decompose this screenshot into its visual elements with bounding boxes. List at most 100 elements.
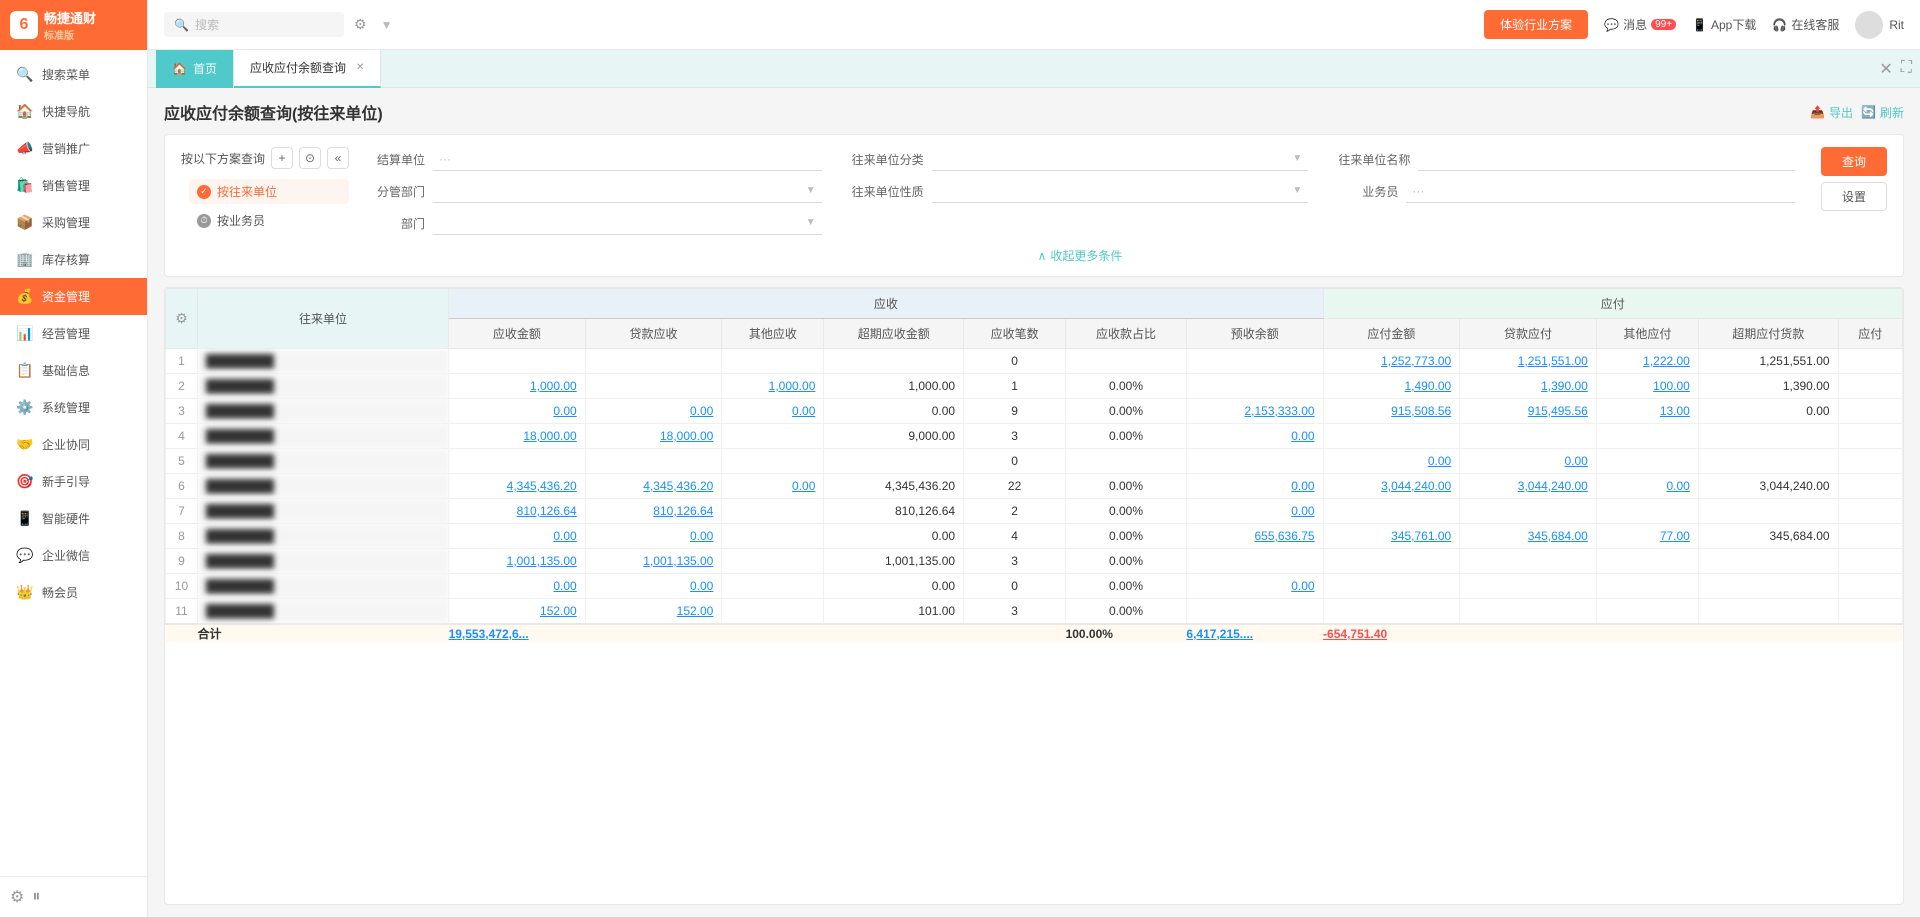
sidebar-item-10[interactable]: 🤝企业协同 xyxy=(0,426,147,463)
tab-expand-icon[interactable]: ⛶ xyxy=(1901,59,1912,79)
table-cell[interactable]: 152.00 xyxy=(585,599,722,625)
table-cell[interactable]: 1,001,135.00 xyxy=(585,549,722,574)
sidebar-item-1[interactable]: 🏠快捷导航 xyxy=(0,93,147,130)
table-cell[interactable]: 0.00 xyxy=(449,574,586,599)
message-btn[interactable]: 💬 消息 99+ xyxy=(1604,16,1676,33)
table-cell[interactable]: 0.00 xyxy=(449,399,586,424)
sidebar-item-13[interactable]: 💬企业微信 xyxy=(0,537,147,574)
field-unit-category-input[interactable]: ▼ xyxy=(932,147,1309,171)
table-cell[interactable]: 0.00 xyxy=(1186,474,1323,499)
table-cell[interactable]: 0.00 xyxy=(585,524,722,549)
table-cell[interactable]: 0.00 xyxy=(1460,449,1597,474)
app-download-btn[interactable]: 📱 App下载 xyxy=(1692,16,1756,33)
field-unit-name-input[interactable] xyxy=(1418,147,1795,171)
table-cell[interactable]: 0.00 xyxy=(722,474,824,499)
export-btn[interactable]: 📤 导出 xyxy=(1810,104,1853,121)
table-cell[interactable]: 18,000.00 xyxy=(449,424,586,449)
table-cell[interactable]: 0.00 xyxy=(1596,474,1698,499)
table-cell[interactable]: 345,684.00 xyxy=(1460,524,1597,549)
table-cell[interactable]: 1,222.00 xyxy=(1596,349,1698,374)
table-cell[interactable]: 1,252,773.00 xyxy=(1323,349,1460,374)
sidebar-item-4[interactable]: 📦采购管理 xyxy=(0,204,147,241)
add-scheme-btn[interactable]: + xyxy=(271,147,293,169)
table-cell xyxy=(722,549,824,574)
header-gear-icon[interactable]: ⚙ xyxy=(354,16,367,33)
table-cell[interactable]: 2,153,333.00 xyxy=(1186,399,1323,424)
footer-ar-prepaid[interactable]: 6,417,215.... xyxy=(1186,624,1323,642)
table-cell[interactable]: 77.00 xyxy=(1596,524,1698,549)
query-button[interactable]: 查询 xyxy=(1821,147,1887,176)
header-search-box[interactable]: 🔍 搜索 xyxy=(164,12,344,37)
collapse-btn[interactable]: ∧ 收起更多条件 xyxy=(365,247,1795,264)
settings-bottom-icon[interactable]: ⚙ xyxy=(10,887,24,907)
table-cell[interactable]: 4,345,436.20 xyxy=(585,474,722,499)
table-cell[interactable]: 1,000.00 xyxy=(449,374,586,399)
sidebar-icon-5: 🏢 xyxy=(16,251,34,268)
table-cell[interactable]: 345,761.00 xyxy=(1323,524,1460,549)
table-settings-icon[interactable]: ⚙ xyxy=(175,310,188,326)
table-cell[interactable]: 1,001,135.00 xyxy=(449,549,586,574)
table-cell[interactable]: 3,044,240.00 xyxy=(1460,474,1597,499)
field-salesman-input[interactable]: ··· xyxy=(1406,179,1795,203)
set-button[interactable]: 设置 xyxy=(1821,182,1887,211)
field-settlement-input[interactable]: ··· xyxy=(433,147,822,171)
sidebar-item-12[interactable]: 📱智能硬件 xyxy=(0,500,147,537)
table-cell[interactable]: 1,000.00 xyxy=(722,374,824,399)
collapse-sidebar-icon[interactable]: ⏸ xyxy=(32,888,40,906)
tab-home[interactable]: 🏠 首页 xyxy=(156,50,234,88)
sidebar-icon-1: 🏠 xyxy=(16,103,34,120)
field-dept-input[interactable]: ▼ xyxy=(433,179,822,203)
sidebar-item-11[interactable]: 🎯新手引导 xyxy=(0,463,147,500)
scheme-item-unit[interactable]: ✓ 按往来单位 xyxy=(189,179,349,204)
refresh-btn[interactable]: 🔄 刷新 xyxy=(1861,104,1904,121)
field-unit-nature: 往来单位性质 ▼ xyxy=(852,179,1309,203)
table-cell xyxy=(722,574,824,599)
table-cell[interactable]: 100.00 xyxy=(1596,374,1698,399)
sidebar-item-2[interactable]: 📣营销推广 xyxy=(0,130,147,167)
table-cell[interactable]: 4,345,436.20 xyxy=(449,474,586,499)
table-cell[interactable]: 0.00 xyxy=(585,574,722,599)
table-cell[interactable]: 152.00 xyxy=(449,599,586,625)
table-cell[interactable]: 915,495.56 xyxy=(1460,399,1597,424)
sidebar-item-0[interactable]: 🔍搜索菜单 xyxy=(0,56,147,93)
table-cell[interactable]: 13.00 xyxy=(1596,399,1698,424)
table-cell[interactable]: 1,390.00 xyxy=(1460,374,1597,399)
table-cell[interactable]: 810,126.64 xyxy=(449,499,586,524)
more-scheme-btn[interactable]: « xyxy=(327,147,349,169)
sidebar-item-8[interactable]: 📋基础信息 xyxy=(0,352,147,389)
user-menu[interactable]: Rit xyxy=(1855,11,1904,39)
sidebar-item-14[interactable]: 👑畅会员 xyxy=(0,574,147,611)
sidebar-item-3[interactable]: 🛍️销售管理 xyxy=(0,167,147,204)
table-cell[interactable]: 0.00 xyxy=(449,524,586,549)
table-cell[interactable]: 0.00 xyxy=(585,399,722,424)
field-division-input[interactable]: ▼ xyxy=(433,211,822,235)
footer-ar-total[interactable]: 19,553,472,6... xyxy=(449,624,586,642)
scheme-item-salesman[interactable]: ⏱ 按业务员 xyxy=(189,208,349,233)
promo-button[interactable]: 体验行业方案 xyxy=(1484,10,1588,39)
sidebar-item-9[interactable]: ⚙️系统管理 xyxy=(0,389,147,426)
table-cell[interactable]: 810,126.64 xyxy=(585,499,722,524)
online-service-btn[interactable]: 🎧 在线客服 xyxy=(1772,16,1839,33)
table-cell[interactable]: 18,000.00 xyxy=(585,424,722,449)
table-cell[interactable]: 655,636.75 xyxy=(1186,524,1323,549)
table-cell[interactable]: 0.00 xyxy=(1186,499,1323,524)
footer-ap-total[interactable]: -654,751.40 xyxy=(1323,624,1460,642)
table-cell[interactable]: 915,508.56 xyxy=(1323,399,1460,424)
header-dropdown-icon[interactable]: ▼ xyxy=(381,18,393,32)
sidebar-item-5[interactable]: 🏢库存核算 xyxy=(0,241,147,278)
table-cell[interactable]: 1,251,551.00 xyxy=(1460,349,1597,374)
table-cell[interactable]: 0.00 xyxy=(1186,424,1323,449)
table-cell[interactable]: 3,044,240.00 xyxy=(1323,474,1460,499)
table-cell[interactable]: 1,490.00 xyxy=(1323,374,1460,399)
field-unit-nature-input[interactable]: ▼ xyxy=(932,179,1309,203)
tab-ar-query[interactable]: 应收应付余额查询 ✕ xyxy=(234,50,381,88)
tab-close-icon[interactable]: ✕ xyxy=(356,62,364,73)
tab-close-all-icon[interactable]: ✕ xyxy=(1879,59,1892,79)
sidebar-item-6[interactable]: 💰资金管理 xyxy=(0,278,147,315)
table-scroll[interactable]: ⚙ 往来单位 应收 应付 应收金额 贷款应收 其他应收 超期应收金额 应收笔数 xyxy=(165,288,1903,904)
sidebar-item-7[interactable]: 📊经营管理 xyxy=(0,315,147,352)
edit-scheme-btn[interactable]: ⊙ xyxy=(299,147,321,169)
table-cell[interactable]: 0.00 xyxy=(722,399,824,424)
table-cell[interactable]: 0.00 xyxy=(1323,449,1460,474)
table-cell[interactable]: 0.00 xyxy=(1186,574,1323,599)
